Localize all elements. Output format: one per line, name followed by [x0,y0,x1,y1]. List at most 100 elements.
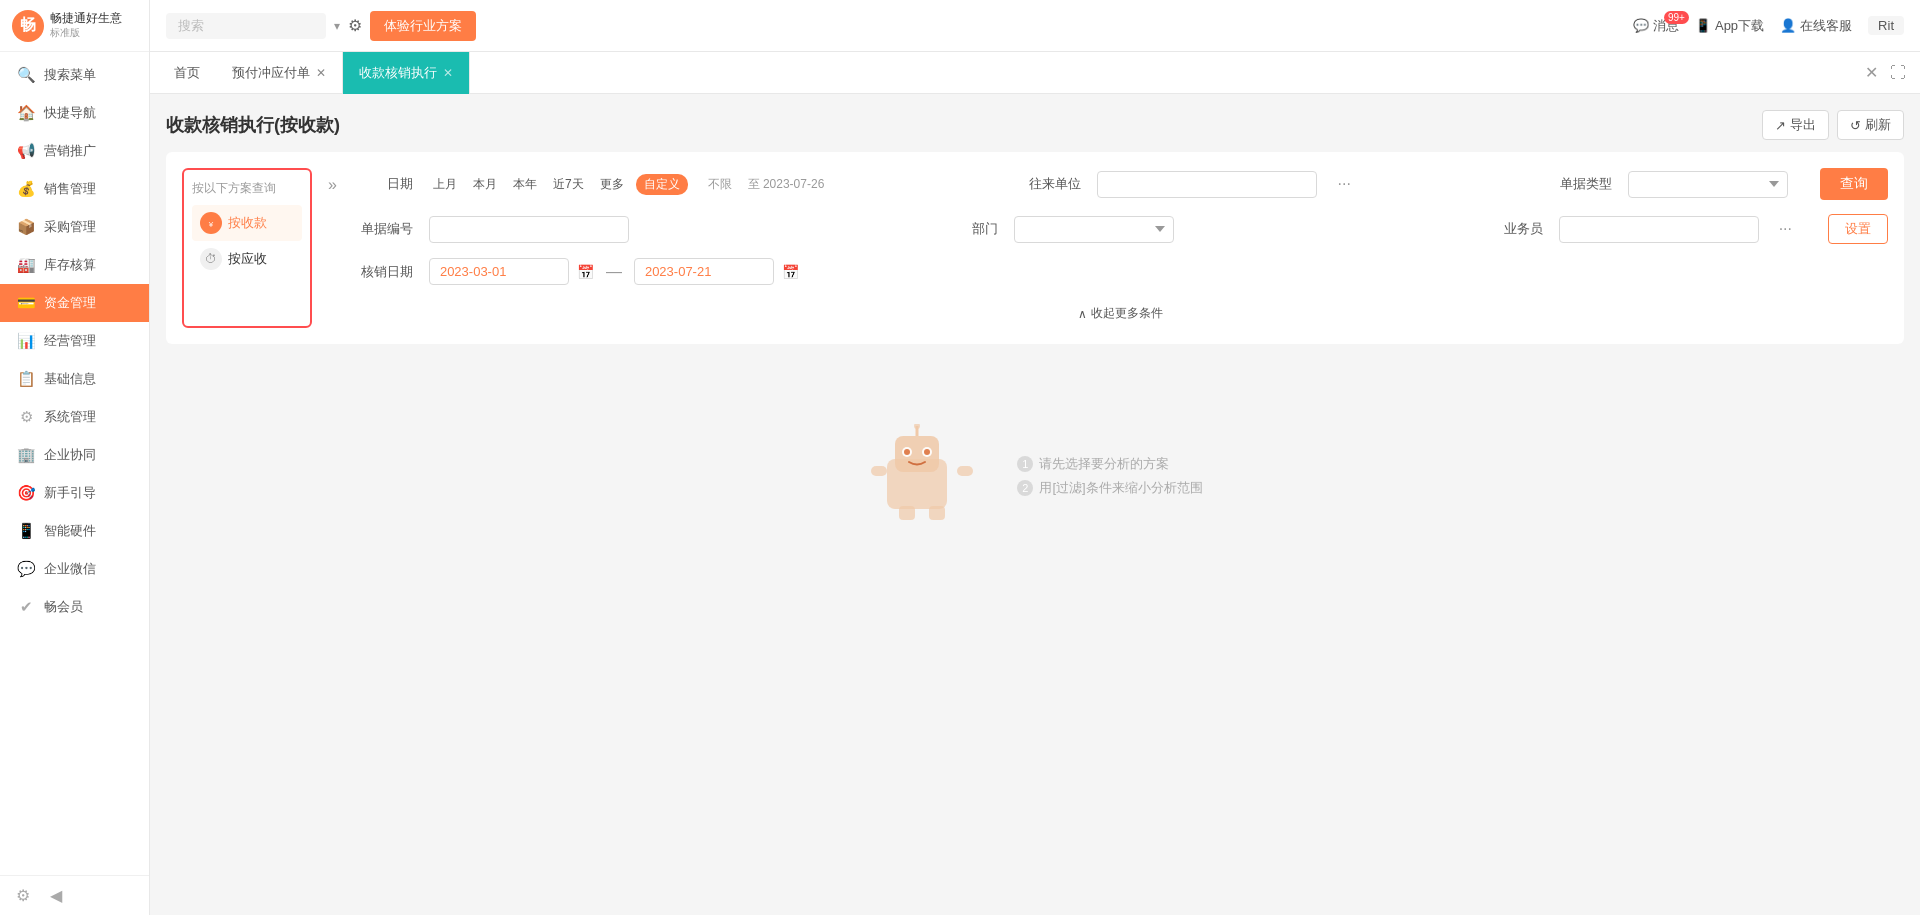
tab-receipt-verify[interactable]: 收款核销执行 ✕ [343,52,470,94]
marketing-icon: 📢 [16,142,36,160]
sidebar-item-inventory[interactable]: 🏭 库存核算 [0,246,149,284]
sidebar-item-guide[interactable]: 🎯 新手引导 [0,474,149,512]
empty-state: 1 请先选择要分析的方案 2 用[过滤]条件来缩小分析范围 [166,344,1904,608]
query-button[interactable]: 查询 [1820,168,1888,200]
verify-date-label: 核销日期 [353,263,413,281]
doc-no-input[interactable] [429,216,629,243]
sidebar-item-label: 基础信息 [44,370,96,388]
search-placeholder: 搜索 [178,18,204,33]
system-icon: ⚙ [16,408,36,426]
filter-collapse-icon[interactable]: » [324,172,341,328]
svg-rect-12 [899,506,915,520]
app-label: App下载 [1715,17,1764,35]
refresh-button[interactable]: ↺ 刷新 [1837,110,1904,140]
filter-form: 日期 上月 本月 本年 近7天 更多 自定义 不限 至 2023-07-26 往… [353,168,1888,328]
app-download-button[interactable]: 📱 App下载 [1695,17,1764,35]
guide-icon: 🎯 [16,484,36,502]
sidebar-item-label: 销售管理 [44,180,96,198]
salesman-input[interactable] [1559,216,1759,243]
page-title: 收款核销执行(按收款) [166,113,340,137]
empty-tip-2: 2 用[过滤]条件来缩小分析范围 [1017,479,1202,497]
sidebar-item-sales[interactable]: 💰 销售管理 [0,170,149,208]
tab-prepay[interactable]: 预付冲应付单 ✕ [216,52,343,94]
sidebar-item-search[interactable]: 🔍 搜索菜单 [0,56,149,94]
online-service-button[interactable]: 👤 在线客服 [1780,17,1852,35]
collapse-sidebar-icon[interactable]: ◀ [50,886,62,905]
doc-type-select[interactable] [1628,171,1788,198]
tab-prepay-close-icon[interactable]: ✕ [316,66,326,80]
sidebar-item-purchase[interactable]: 📦 采购管理 [0,208,149,246]
expand-icon[interactable]: ⛶ [1886,60,1910,86]
sidebar-item-label: 企业微信 [44,560,96,578]
inventory-icon: 🏭 [16,256,36,274]
settings-button[interactable]: 设置 [1828,214,1888,244]
counterparty-dots[interactable]: ··· [1333,175,1354,193]
filter-option-by-receipt[interactable]: ¥ 按收款 [192,205,302,241]
date-this-year[interactable]: 本年 [509,174,541,195]
message-icon: 💬 [1633,18,1649,33]
close-tab-icon[interactable]: ✕ [1861,59,1882,86]
sidebar-item-finance[interactable]: 💳 资金管理 [0,284,149,322]
counterparty-label: 往来单位 [1021,175,1081,193]
message-button[interactable]: 💬 消息 99+ [1633,17,1679,35]
sidebar-nav: 🔍 搜索菜单 🏠 快捷导航 📢 营销推广 💰 销售管理 📦 采购管理 🏭 库存核… [0,52,149,875]
verify-date-start-cal-icon[interactable]: 📅 [577,264,594,280]
sidebar-item-member[interactable]: ✔ 畅会员 [0,588,149,626]
tab-receipt-verify-close-icon[interactable]: ✕ [443,66,453,80]
logo-icon: 畅 [12,10,44,42]
export-button[interactable]: ↗ 导出 [1762,110,1829,140]
svg-text:¥: ¥ [208,220,214,229]
topbar-search[interactable]: 搜索 [166,13,326,39]
tab-home[interactable]: 首页 [158,52,216,94]
sidebar-item-label: 采购管理 [44,218,96,236]
sidebar-item-system[interactable]: ⚙ 系统管理 [0,398,149,436]
verify-date-start-input[interactable] [429,258,569,285]
topbar-chevron-icon[interactable]: ▾ [334,19,340,33]
filter-panel: 按以下方案查询 ¥ 按收款 ⏱ 按应收 » 日期 [166,152,1904,344]
sidebar-item-marketing[interactable]: 📢 营销推广 [0,132,149,170]
sidebar-item-enterprise[interactable]: 🏢 企业协同 [0,436,149,474]
collapse-more-btn[interactable]: ∧ 收起更多条件 [353,299,1888,328]
filter-row-2: 单据编号 部门 业务员 ··· 设置 [353,214,1888,244]
date-last-month[interactable]: 上月 [429,174,461,195]
sidebar-item-wechat[interactable]: 💬 企业微信 [0,550,149,588]
salesman-dots[interactable]: ··· [1775,220,1796,238]
date-to-text: 至 2023-07-26 [748,176,825,193]
sidebar-item-quick-nav[interactable]: 🏠 快捷导航 [0,94,149,132]
date-this-month[interactable]: 本月 [469,174,501,195]
dept-select[interactable] [1014,216,1174,243]
solution-button[interactable]: 体验行业方案 [370,11,476,41]
wechat-icon: 💬 [16,560,36,578]
sidebar-item-hardware[interactable]: 📱 智能硬件 [0,512,149,550]
user-menu[interactable]: Rit [1868,16,1904,35]
sidebar-item-label: 系统管理 [44,408,96,426]
sidebar-item-basic[interactable]: 📋 基础信息 [0,360,149,398]
filter-sidebar: 按以下方案查询 ¥ 按收款 ⏱ 按应收 [182,168,312,328]
counterparty-input[interactable] [1097,171,1317,198]
service-icon: 👤 [1780,18,1796,33]
sidebar-logo: 畅 畅捷通好生意 标准版 [0,0,149,52]
collapse-up-icon: ∧ [1078,307,1087,321]
topbar-gear-icon[interactable]: ⚙ [348,16,362,35]
date-more[interactable]: 更多 [596,174,628,195]
verify-date-end-input[interactable] [634,258,774,285]
settings-icon[interactable]: ⚙ [16,886,30,905]
filter-sidebar-title: 按以下方案查询 [192,180,302,197]
filter-option-by-receivable[interactable]: ⏱ 按应收 [192,241,302,277]
svg-point-9 [914,424,920,429]
svg-rect-10 [871,466,887,476]
sidebar-item-label: 畅会员 [44,598,83,616]
tab-home-label: 首页 [174,64,200,82]
svg-point-7 [924,449,930,455]
sidebar-item-business[interactable]: 📊 经营管理 [0,322,149,360]
date-7days[interactable]: 近7天 [549,174,588,195]
date-no-limit: 不限 [708,176,732,193]
page-actions: ↗ 导出 ↺ 刷新 [1762,110,1904,140]
user-label: Rit [1878,18,1894,33]
verify-date-end-cal-icon[interactable]: 📅 [782,264,799,280]
settings-action: 设置 [1828,214,1888,244]
filter-row-1: 日期 上月 本月 本年 近7天 更多 自定义 不限 至 2023-07-26 往… [353,168,1888,200]
refresh-icon: ↺ [1850,118,1861,133]
message-badge: 99+ [1664,11,1689,24]
date-custom[interactable]: 自定义 [636,174,688,195]
